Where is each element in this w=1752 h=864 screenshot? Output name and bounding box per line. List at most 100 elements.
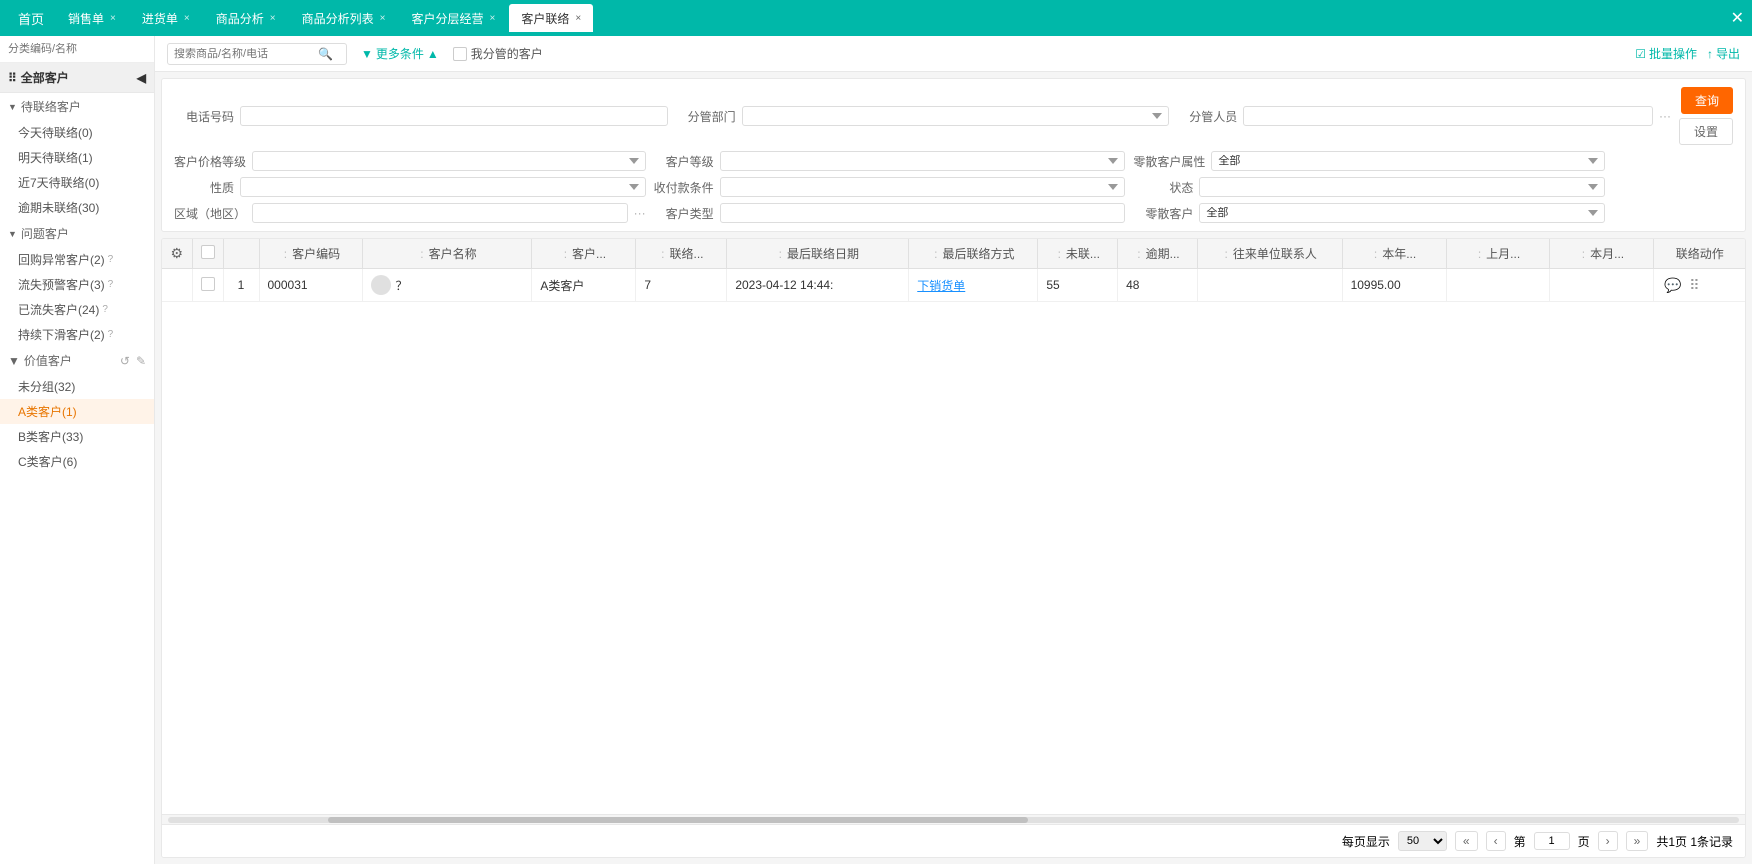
th-contact: :联络... bbox=[636, 239, 727, 269]
first-page-button[interactable]: « bbox=[1455, 831, 1478, 851]
retail-label: 零散客户 bbox=[1133, 205, 1193, 222]
payment-label: 收付款条件 bbox=[654, 179, 714, 196]
nav-tab-analysis-list-close[interactable]: × bbox=[380, 13, 386, 24]
row-qr-icon[interactable]: ⠿ bbox=[1689, 277, 1699, 293]
pending-arrow-icon: ▼ bbox=[8, 102, 17, 112]
lost-help-icon[interactable]: ? bbox=[102, 304, 108, 315]
row-thisyear-value: 10995.00 bbox=[1351, 278, 1401, 292]
sidebar-item-declining[interactable]: 持续下滑客户(2) ? bbox=[0, 322, 154, 347]
sidebar-all-customers[interactable]: ⠿ 全部客户 ◀ bbox=[0, 63, 154, 93]
sidebar-collapse-icon[interactable]: ◀ bbox=[137, 71, 146, 85]
price-grade-select[interactable] bbox=[252, 151, 646, 171]
retail-attr-select[interactable]: 全部 bbox=[1211, 151, 1605, 171]
nav-tab-analysis[interactable]: 商品分析 × bbox=[204, 4, 288, 32]
nav-tab-customer-tier[interactable]: 客户分层经营 × bbox=[399, 4, 507, 32]
nav-tab-purchase[interactable]: 进货单 × bbox=[130, 4, 202, 32]
more-filters-button[interactable]: ▼ 更多条件 ▲ bbox=[355, 42, 445, 65]
nav-home[interactable]: 首页 bbox=[8, 9, 54, 28]
sidebar-pending-group[interactable]: ▼ 待联络客户 bbox=[0, 93, 154, 120]
retail-select[interactable]: 全部 bbox=[1199, 203, 1605, 223]
payment-select[interactable] bbox=[720, 177, 1126, 197]
sidebar-item-class-c-label: C类客户(6) bbox=[18, 453, 77, 470]
person-input[interactable] bbox=[1243, 106, 1653, 126]
row-actions: 💬 ⠿ bbox=[1654, 269, 1745, 302]
status-select[interactable] bbox=[1199, 177, 1605, 197]
price-grade-label: 客户价格等级 bbox=[174, 153, 246, 170]
person-label: 分管人员 bbox=[1177, 108, 1237, 125]
sidebar-item-lost[interactable]: 已流失客户(24) ? bbox=[0, 297, 154, 322]
customer-grade-select[interactable] bbox=[720, 151, 1126, 171]
table-body: 1 000031 ？ A类客户 bbox=[162, 269, 1745, 302]
nav-tab-analysis-list[interactable]: 商品分析列表 × bbox=[290, 4, 398, 32]
th-thisyear-label: 本年... bbox=[1382, 245, 1416, 262]
filter-phone: 电话号码 bbox=[174, 106, 668, 126]
region-input[interactable] bbox=[252, 203, 628, 223]
region-dots[interactable]: ··· bbox=[634, 206, 646, 220]
export-button[interactable]: ↑ 导出 bbox=[1707, 45, 1740, 62]
page-number-input[interactable] bbox=[1534, 832, 1570, 850]
person-dots[interactable]: ··· bbox=[1659, 109, 1671, 123]
nav-tab-customer-contact[interactable]: 客户联络 × bbox=[509, 4, 593, 32]
bottom-scrollbar[interactable] bbox=[162, 814, 1745, 824]
customer-grade-label: 客户等级 bbox=[654, 153, 714, 170]
row-method-link[interactable]: 下销货单 bbox=[917, 279, 965, 293]
row-name: ？ bbox=[363, 269, 532, 302]
settings-button[interactable]: 设置 bbox=[1679, 118, 1733, 145]
dept-select[interactable] bbox=[742, 106, 1170, 126]
nav-tab-sales-close[interactable]: × bbox=[110, 13, 116, 24]
value-refresh-icon[interactable]: ↺ bbox=[120, 354, 130, 368]
sidebar-item-7days[interactable]: 近7天待联络(0) bbox=[0, 170, 154, 195]
sidebar-search-input[interactable] bbox=[8, 43, 150, 55]
main-search-icon[interactable]: 🔍 bbox=[318, 47, 333, 61]
batch-op-button[interactable]: ☑ 批量操作 bbox=[1635, 45, 1697, 62]
gender-select[interactable] bbox=[240, 177, 646, 197]
query-button[interactable]: 查询 bbox=[1681, 87, 1733, 114]
repurchase-help-icon[interactable]: ? bbox=[108, 254, 114, 265]
nav-tab-customer-contact-close[interactable]: × bbox=[575, 13, 581, 24]
sidebar-item-today[interactable]: 今天待联络(0) bbox=[0, 120, 154, 145]
phone-input[interactable] bbox=[240, 106, 668, 126]
sidebar-item-class-b-label: B类客户(33) bbox=[18, 428, 83, 445]
page-size-select[interactable]: 10 20 50 100 bbox=[1398, 831, 1447, 851]
nav-tab-analysis-close[interactable]: × bbox=[270, 13, 276, 24]
value-edit-icon[interactable]: ✎ bbox=[136, 354, 146, 368]
row-thisyear: 10995.00 bbox=[1342, 269, 1446, 302]
row-date: 2023-04-12 14:44: bbox=[727, 269, 909, 302]
nav-tab-purchase-label: 进货单 bbox=[142, 10, 178, 27]
nav-tab-sales[interactable]: 销售单 × bbox=[56, 4, 128, 32]
table-settings-icon[interactable]: ⚙ bbox=[170, 245, 183, 261]
table-check-all[interactable] bbox=[201, 245, 215, 259]
row-chat-icon[interactable]: 💬 bbox=[1664, 277, 1681, 293]
sidebar-item-class-a[interactable]: A类客户(1) bbox=[0, 399, 154, 424]
customer-type-input[interactable] bbox=[720, 203, 1126, 223]
sidebar-item-tomorrow[interactable]: 明天待联络(1) bbox=[0, 145, 154, 170]
sidebar-item-class-c[interactable]: C类客户(6) bbox=[0, 449, 154, 474]
close-all-tabs-button[interactable]: ✕ bbox=[1731, 8, 1744, 28]
th-action: 联络动作 bbox=[1654, 239, 1745, 269]
nav-tab-purchase-close[interactable]: × bbox=[184, 13, 190, 24]
prev-page-button[interactable]: ‹ bbox=[1486, 831, 1506, 851]
next-page-button[interactable]: › bbox=[1598, 831, 1618, 851]
toolbar-right: ☑ 批量操作 ↑ 导出 bbox=[1635, 45, 1740, 62]
sidebar-item-class-b[interactable]: B类客户(33) bbox=[0, 424, 154, 449]
main-search-input[interactable] bbox=[174, 48, 314, 60]
my-customers-checkbox-wrap[interactable]: 我分管的客户 bbox=[453, 45, 543, 62]
nav-tab-analysis-label: 商品分析 bbox=[216, 10, 264, 27]
my-customers-checkbox[interactable] bbox=[453, 47, 467, 61]
batch-op-label: 批量操作 bbox=[1649, 45, 1697, 62]
sidebar-item-ungrouped[interactable]: 未分组(32) bbox=[0, 374, 154, 399]
sidebar-problem-group[interactable]: ▼ 问题客户 bbox=[0, 220, 154, 247]
sidebar-item-repurchase[interactable]: 回购异常客户(2) ? bbox=[0, 247, 154, 272]
declining-help-icon[interactable]: ? bbox=[108, 329, 114, 340]
last-page-button[interactable]: » bbox=[1626, 831, 1649, 851]
sidebar-item-overdue[interactable]: 逾期未联络(30) bbox=[0, 195, 154, 220]
scrollbar-thumb[interactable] bbox=[328, 817, 1028, 823]
sidebar-item-tomorrow-label: 明天待联络(1) bbox=[18, 149, 93, 166]
row-num-value: 1 bbox=[238, 278, 245, 292]
row-checkbox[interactable] bbox=[201, 277, 215, 291]
nav-tab-customer-tier-close[interactable]: × bbox=[489, 13, 495, 24]
lost-warning-help-icon[interactable]: ? bbox=[108, 279, 114, 290]
sidebar-item-lost-warning[interactable]: 流失预警客户(3) ? bbox=[0, 272, 154, 297]
row-avatar bbox=[371, 275, 391, 295]
nav-tab-customer-contact-label: 客户联络 bbox=[521, 10, 569, 27]
